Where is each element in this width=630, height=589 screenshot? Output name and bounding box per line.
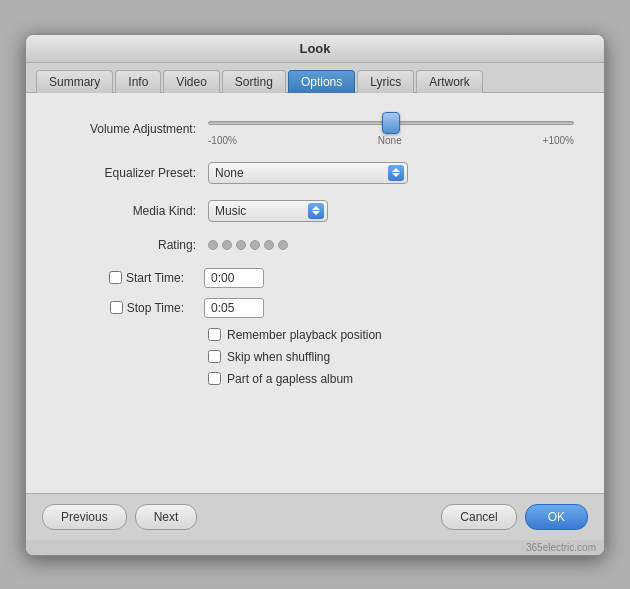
options-content: Volume Adjustment: -100% None +100% Equa… [26, 93, 604, 493]
tab-info[interactable]: Info [115, 70, 161, 93]
slider-line [208, 121, 574, 125]
watermark: 365electric.com [26, 540, 604, 555]
equalizer-select-container: None Acoustic Bass Booster Classical Dan… [208, 162, 408, 184]
volume-row: Volume Adjustment: -100% None +100% [56, 113, 574, 146]
equalizer-row: Equalizer Preset: None Acoustic Bass Boo… [56, 162, 574, 184]
media-kind-select-container: Music Movie TV Show Podcast Audiobook [208, 200, 328, 222]
rating-stars[interactable] [208, 240, 288, 250]
cancel-button[interactable]: Cancel [441, 504, 516, 530]
start-time-checkbox[interactable] [109, 271, 122, 284]
skip-shuffling-checkbox[interactable] [208, 350, 221, 363]
tab-bar: Summary Info Video Sorting Options Lyric… [26, 63, 604, 93]
start-time-label: Start Time: [126, 271, 184, 285]
tab-video[interactable]: Video [163, 70, 219, 93]
volume-label: Volume Adjustment: [56, 122, 196, 136]
window-title: Look [299, 41, 330, 56]
media-kind-row: Media Kind: Music Movie TV Show Podcast … [56, 200, 574, 222]
media-kind-select[interactable]: Music Movie TV Show Podcast Audiobook [208, 200, 328, 222]
gapless-album-checkbox[interactable] [208, 372, 221, 385]
rating-dot-5[interactable] [264, 240, 274, 250]
start-time-checkbox-area: Start Time: [56, 271, 196, 285]
stop-time-checkbox-area: Stop Time: [56, 301, 196, 315]
slider-min-label: -100% [208, 135, 237, 146]
tab-lyrics[interactable]: Lyrics [357, 70, 414, 93]
tab-summary[interactable]: Summary [36, 70, 113, 93]
slider-max-label: +100% [543, 135, 574, 146]
media-kind-label: Media Kind: [56, 204, 196, 218]
start-time-row: Start Time: [56, 268, 574, 288]
rating-row: Rating: [56, 238, 574, 252]
equalizer-label: Equalizer Preset: [56, 166, 196, 180]
slider-labels: -100% None +100% [208, 135, 574, 146]
previous-button[interactable]: Previous [42, 504, 127, 530]
gapless-album-label: Part of a gapless album [227, 372, 353, 386]
skip-shuffling-label: Skip when shuffling [227, 350, 330, 364]
stop-time-row: Stop Time: [56, 298, 574, 318]
stop-time-label: Stop Time: [127, 301, 184, 315]
start-time-input[interactable] [204, 268, 264, 288]
rating-dot-1[interactable] [208, 240, 218, 250]
bottom-bar: Previous Next Cancel OK [26, 493, 604, 540]
volume-slider-container: -100% None +100% [208, 113, 574, 146]
remember-playback-row: Remember playback position [208, 328, 574, 342]
skip-shuffling-row: Skip when shuffling [208, 350, 574, 364]
stop-time-input[interactable] [204, 298, 264, 318]
rating-dot-4[interactable] [250, 240, 260, 250]
tab-options[interactable]: Options [288, 70, 355, 93]
rating-dot-2[interactable] [222, 240, 232, 250]
main-window: Look Summary Info Video Sorting Options … [25, 34, 605, 556]
tab-sorting[interactable]: Sorting [222, 70, 286, 93]
gapless-album-row: Part of a gapless album [208, 372, 574, 386]
rating-label: Rating: [56, 238, 196, 252]
slider-mid-label: None [378, 135, 402, 146]
rating-dot-6[interactable] [278, 240, 288, 250]
stop-time-checkbox[interactable] [110, 301, 123, 314]
next-button[interactable]: Next [135, 504, 198, 530]
tab-artwork[interactable]: Artwork [416, 70, 483, 93]
volume-slider-track[interactable] [208, 113, 574, 133]
title-bar: Look [26, 35, 604, 63]
slider-thumb[interactable] [382, 112, 400, 134]
remember-playback-label: Remember playback position [227, 328, 382, 342]
rating-dot-3[interactable] [236, 240, 246, 250]
ok-button[interactable]: OK [525, 504, 588, 530]
remember-playback-checkbox[interactable] [208, 328, 221, 341]
equalizer-select[interactable]: None Acoustic Bass Booster Classical Dan… [208, 162, 408, 184]
